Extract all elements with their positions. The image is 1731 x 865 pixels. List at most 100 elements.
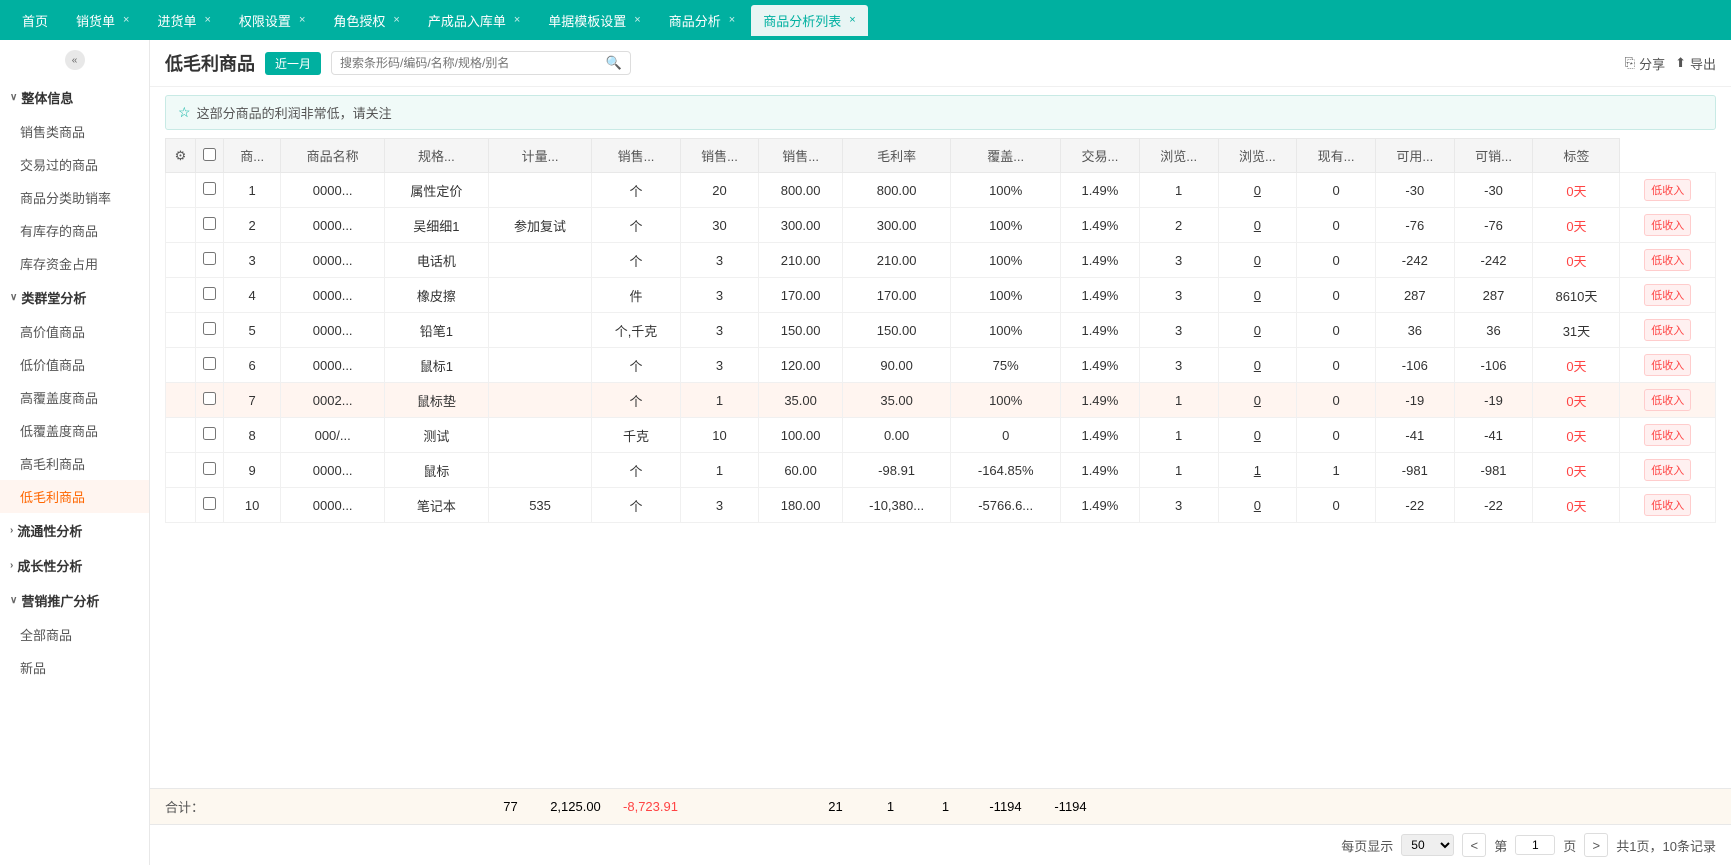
sidebar-item-all-products[interactable]: 全部商品	[0, 618, 149, 651]
select-all-checkbox[interactable]	[203, 148, 216, 161]
cell-no: 9	[224, 453, 281, 488]
nav-role-auth[interactable]: 角色授权 ×	[321, 5, 411, 36]
cell-transaction: 3	[1139, 488, 1218, 523]
th-check[interactable]	[196, 139, 224, 173]
cell-browse1[interactable]: 0	[1218, 173, 1297, 208]
chevron-right-icon: ›	[10, 525, 13, 536]
sidebar-group-marketing[interactable]: ∨ 营销推广分析	[0, 583, 149, 618]
row-checkbox[interactable]	[203, 182, 216, 195]
cell-gross-margin: 100%	[951, 313, 1061, 348]
close-icon[interactable]: ×	[634, 14, 640, 26]
sidebar-group-growth[interactable]: › 成长性分析	[0, 548, 149, 583]
search-icon[interactable]: 🔍	[606, 55, 622, 71]
cell-check[interactable]	[196, 348, 224, 383]
cell-sales-qty: 3	[680, 488, 759, 523]
cell-tag: 低收入	[1620, 453, 1716, 488]
cell-browse2: 0	[1297, 278, 1376, 313]
next-page-button[interactable]: >	[1584, 833, 1608, 857]
cell-name: 鼠标1	[385, 348, 489, 383]
sidebar-item-high-coverage[interactable]: 高覆盖度商品	[0, 381, 149, 414]
cell-browse1[interactable]: 0	[1218, 383, 1297, 418]
th-current-stock: 现有...	[1297, 139, 1376, 173]
sidebar-item-high-margin[interactable]: 高毛利商品	[0, 447, 149, 480]
row-checkbox[interactable]	[203, 427, 216, 440]
th-settings[interactable]: ⚙	[166, 139, 196, 173]
cell-available-stock: -76	[1454, 208, 1533, 243]
sidebar-group-overall-info[interactable]: ∨ 整体信息	[0, 80, 149, 115]
close-icon[interactable]: ×	[849, 14, 855, 26]
row-checkbox[interactable]	[203, 322, 216, 335]
sidebar-collapse-btn[interactable]: «	[65, 50, 85, 70]
nav-template-settings[interactable]: 单据模板设置 ×	[536, 5, 652, 36]
close-icon[interactable]: ×	[514, 14, 520, 26]
close-icon[interactable]: ×	[729, 14, 735, 26]
prev-icon: <	[1470, 838, 1478, 853]
prev-page-button[interactable]: <	[1462, 833, 1486, 857]
cell-check[interactable]	[196, 488, 224, 523]
search-input[interactable]	[340, 56, 600, 70]
cell-transaction: 3	[1139, 313, 1218, 348]
cell-browse1[interactable]: 0	[1218, 348, 1297, 383]
sidebar-item-traded-products[interactable]: 交易过的商品	[0, 148, 149, 181]
cell-available-stock: -19	[1454, 383, 1533, 418]
cell-check[interactable]	[196, 208, 224, 243]
cell-browse1[interactable]: 0	[1218, 418, 1297, 453]
row-checkbox[interactable]	[203, 497, 216, 510]
table-row: 8 000/... 测试 千克 10 100.00 0.00 0 1.49% 1…	[166, 418, 1716, 453]
close-icon[interactable]: ×	[123, 14, 129, 26]
cell-browse2: 1	[1297, 453, 1376, 488]
cell-browse1[interactable]: 0	[1218, 243, 1297, 278]
row-checkbox[interactable]	[203, 252, 216, 265]
page-number-input[interactable]	[1515, 835, 1555, 855]
share-icon: ⎘	[1625, 55, 1635, 71]
table-row: 7 0002... 鼠标垫 个 1 35.00 35.00 100% 1.49%…	[166, 383, 1716, 418]
cell-check[interactable]	[196, 313, 224, 348]
share-button[interactable]: ⎘ 分享	[1625, 54, 1665, 73]
cell-check[interactable]	[196, 383, 224, 418]
page-title: 低毛利商品	[165, 50, 255, 76]
nav-home[interactable]: 首页	[10, 5, 60, 36]
cell-check[interactable]	[196, 278, 224, 313]
sidebar-item-sales-products[interactable]: 销售类商品	[0, 115, 149, 148]
sidebar-item-low-value[interactable]: 低价值商品	[0, 348, 149, 381]
period-button[interactable]: 近一月	[265, 52, 321, 75]
cell-browse1[interactable]: 0	[1218, 488, 1297, 523]
sidebar-item-new-products[interactable]: 新品	[0, 651, 149, 684]
nav-sales-order[interactable]: 销货单 ×	[64, 5, 141, 36]
nav-purchase-order[interactable]: 进货单 ×	[145, 5, 222, 36]
row-checkbox[interactable]	[203, 217, 216, 230]
nav-permission-settings[interactable]: 权限设置 ×	[227, 5, 317, 36]
row-checkbox[interactable]	[203, 357, 216, 370]
sidebar-group-circulation[interactable]: › 流通性分析	[0, 513, 149, 548]
nav-product-analysis-list[interactable]: 商品分析列表 ×	[751, 5, 867, 36]
row-checkbox[interactable]	[203, 287, 216, 300]
row-checkbox[interactable]	[203, 392, 216, 405]
close-icon[interactable]: ×	[204, 14, 210, 26]
nav-product-analysis[interactable]: 商品分析 ×	[657, 5, 747, 36]
cell-browse1[interactable]: 1	[1218, 453, 1297, 488]
cell-check[interactable]	[196, 418, 224, 453]
per-page-select[interactable]: 50 100 200	[1401, 834, 1454, 856]
sidebar-item-high-value[interactable]: 高价值商品	[0, 315, 149, 348]
cell-check[interactable]	[196, 453, 224, 488]
cell-browse1[interactable]: 0	[1218, 278, 1297, 313]
sidebar-group-cluster-analysis[interactable]: ∨ 类群堂分析	[0, 280, 149, 315]
close-icon[interactable]: ×	[299, 14, 305, 26]
table-header-row: ⚙ 商... 商品名称 规格... 计量... 销售... 销售... 销售..…	[166, 139, 1716, 173]
close-icon[interactable]: ×	[393, 14, 399, 26]
cell-check[interactable]	[196, 243, 224, 278]
row-checkbox[interactable]	[203, 462, 216, 475]
sidebar-item-low-coverage[interactable]: 低覆盖度商品	[0, 414, 149, 447]
cell-browse1[interactable]: 0	[1218, 208, 1297, 243]
cell-tag: 低收入	[1620, 278, 1716, 313]
cell-spec	[488, 418, 592, 453]
sidebar-item-low-margin[interactable]: 低毛利商品	[0, 480, 149, 513]
sidebar-item-category-sales-rate[interactable]: 商品分类助销率	[0, 181, 149, 214]
sidebar-item-stock-capital[interactable]: 库存资金占用	[0, 247, 149, 280]
cell-browse1[interactable]: 0	[1218, 313, 1297, 348]
nav-product-entry[interactable]: 产成品入库单 ×	[416, 5, 532, 36]
total-available-stock: -1194	[1038, 799, 1103, 814]
sidebar-item-in-stock-products[interactable]: 有库存的商品	[0, 214, 149, 247]
cell-check[interactable]	[196, 173, 224, 208]
export-button[interactable]: ⬆ 导出	[1675, 54, 1716, 73]
